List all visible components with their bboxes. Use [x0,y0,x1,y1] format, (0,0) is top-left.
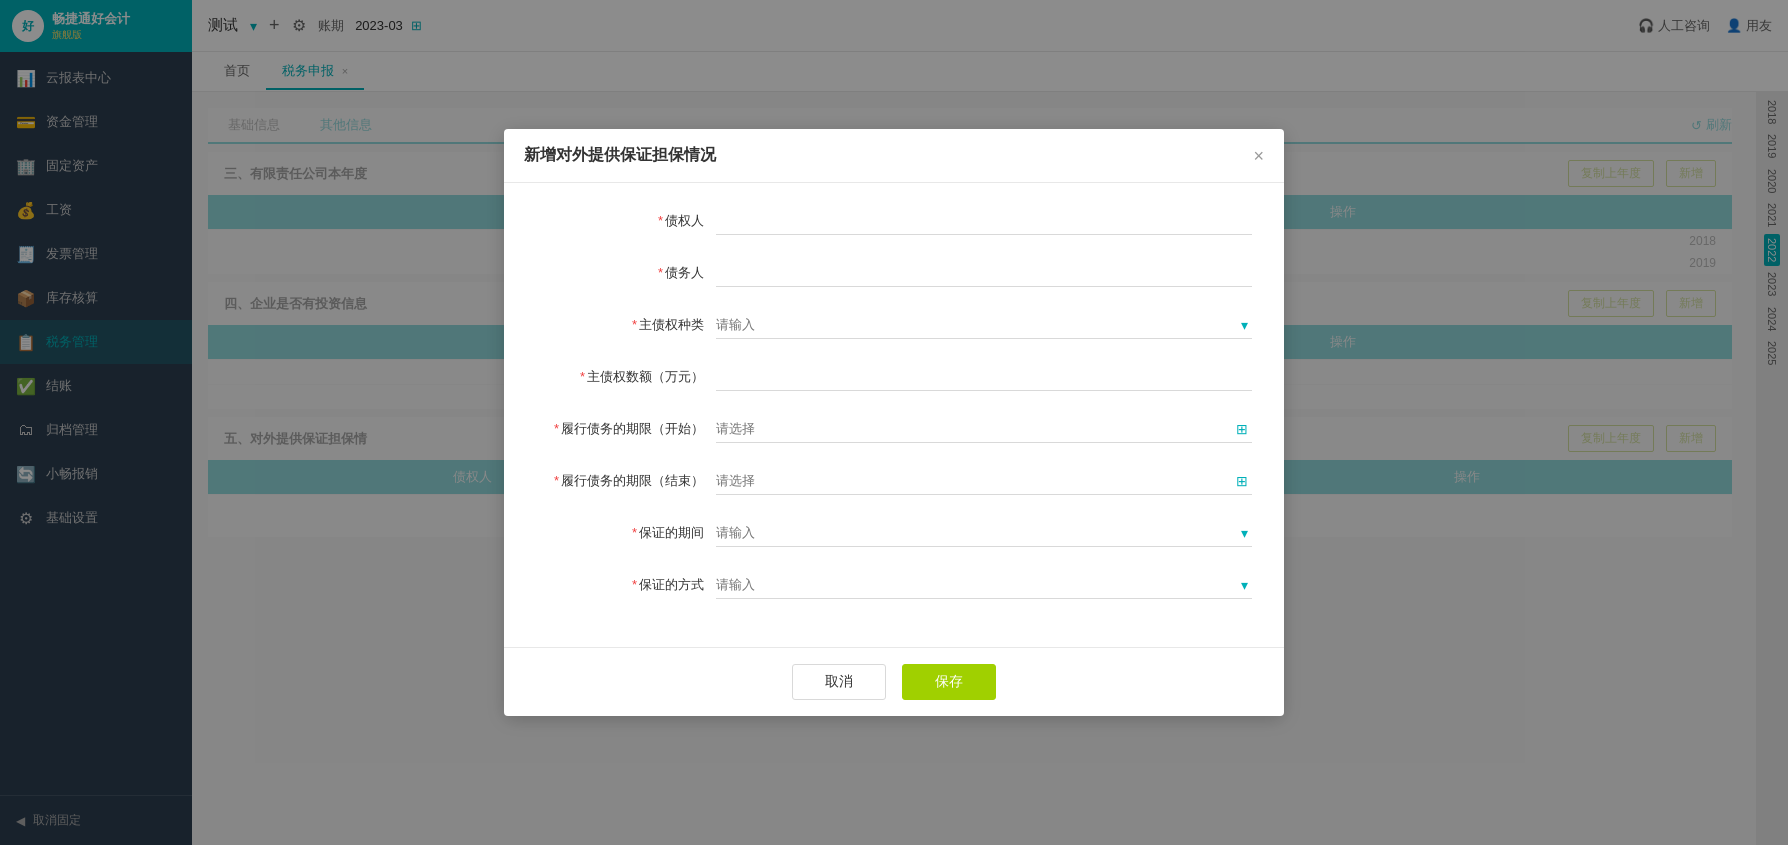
calendar-icon-period-start[interactable]: ⊞ [1236,421,1248,437]
form-row-period-start: *履行债务的期限（开始） ⊞ [536,415,1252,443]
dialog-title: 新增对外提供保证担保情况 [524,145,716,166]
label-period-end: *履行债务的期限（结束） [536,472,716,490]
save-button[interactable]: 保存 [902,664,996,700]
select-wrap-guarantee-period: ▾ [716,519,1252,547]
dialog-header: 新增对外提供保证担保情况 × [504,129,1284,183]
cancel-button[interactable]: 取消 [792,664,886,700]
form-row-creditor: *债权人 [536,207,1252,235]
select-input-guarantee-period[interactable] [716,519,1252,546]
select-wrap-claim-type: ▾ [716,311,1252,339]
input-debtor[interactable] [716,259,1252,287]
label-guarantee-method: *保证的方式 [536,576,716,594]
dialog-close-button[interactable]: × [1253,147,1264,165]
date-input-period-start[interactable] [716,415,1252,442]
label-debtor: *债务人 [536,264,716,282]
calendar-icon-period-end[interactable]: ⊞ [1236,473,1248,489]
date-input-period-end[interactable] [716,467,1252,494]
form-row-debtor: *债务人 [536,259,1252,287]
form-row-period-end: *履行债务的期限（结束） ⊞ [536,467,1252,495]
select-arrow-guarantee-period[interactable]: ▾ [1241,525,1248,541]
select-arrow-guarantee-method[interactable]: ▾ [1241,577,1248,593]
dialog-footer: 取消 保存 [504,647,1284,716]
form-row-guarantee-period: *保证的期间 ▾ [536,519,1252,547]
input-claim-amount[interactable] [716,363,1252,391]
select-input-guarantee-method[interactable] [716,571,1252,598]
label-claim-type: *主债权种类 [536,316,716,334]
dialog-overlay: 新增对外提供保证担保情况 × *债权人 *债务人 *主债权种类 [0,0,1788,845]
add-guarantee-dialog: 新增对外提供保证担保情况 × *债权人 *债务人 *主债权种类 [504,129,1284,716]
label-claim-amount: *主债权数额（万元） [536,368,716,386]
dialog-body: *债权人 *债务人 *主债权种类 ▾ [504,183,1284,647]
form-row-claim-amount: *主债权数额（万元） [536,363,1252,391]
form-row-claim-type: *主债权种类 ▾ [536,311,1252,339]
label-period-start: *履行债务的期限（开始） [536,420,716,438]
form-row-guarantee-method: *保证的方式 ▾ [536,571,1252,599]
input-creditor[interactable] [716,207,1252,235]
label-guarantee-period: *保证的期间 [536,524,716,542]
select-input-claim-type[interactable] [716,311,1252,338]
label-creditor: *债权人 [536,212,716,230]
date-wrap-period-start: ⊞ [716,415,1252,443]
select-arrow-claim-type[interactable]: ▾ [1241,317,1248,333]
date-wrap-period-end: ⊞ [716,467,1252,495]
select-wrap-guarantee-method: ▾ [716,571,1252,599]
